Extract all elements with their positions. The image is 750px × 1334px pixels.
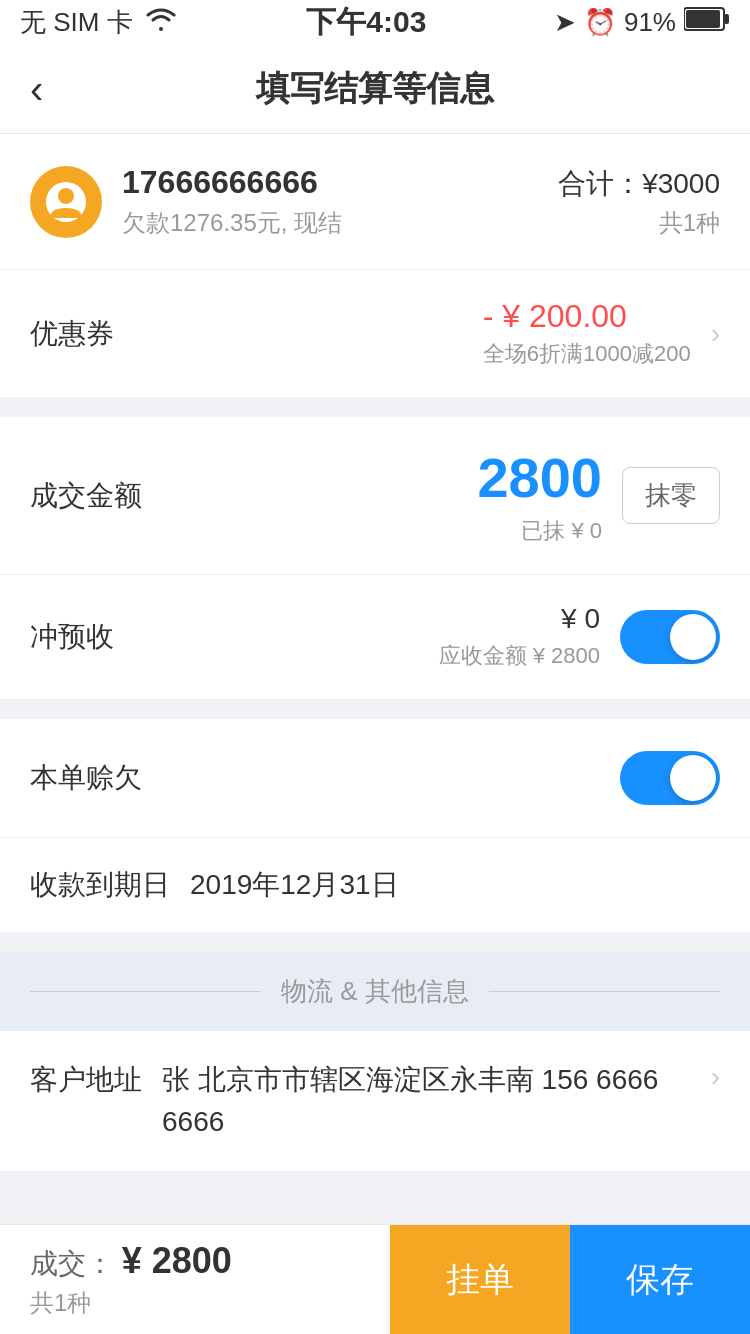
alarm-icon: ⏰ [584, 7, 616, 38]
customer-phone: 17666666666 [122, 164, 342, 201]
prepay-amount-col: ¥ 0 应收金额 ¥ 2800 [439, 603, 600, 671]
address-row[interactable]: 客户地址 张 北京市市辖区海淀区永丰南 156 6666 6666 › [0, 1031, 750, 1171]
footer: 成交： ¥ 2800 共1种 挂单 保存 [0, 1224, 750, 1334]
battery-icon [684, 6, 730, 39]
round-zero-button[interactable]: 抹零 [622, 467, 720, 524]
section-gap-1 [0, 397, 750, 417]
svg-rect-1 [686, 10, 720, 28]
coupon-desc: 全场6折满1000减200 [483, 339, 691, 369]
customer-debt: 欠款1276.35元, 现结 [122, 207, 342, 239]
status-time: 下午4:03 [306, 2, 426, 43]
logistics-line-right [489, 991, 720, 992]
back-button[interactable]: ‹ [30, 69, 43, 109]
sim-status: 无 SIM 卡 [20, 5, 133, 40]
deal-sub: 已抹 ¥ 0 [477, 516, 602, 546]
address-content: 张 北京市市辖区海淀区永丰南 156 6666 6666 [162, 1059, 691, 1143]
debit-row: 本单赊欠 [0, 719, 750, 837]
status-left: 无 SIM 卡 [20, 5, 179, 40]
footer-deal: 成交： ¥ 2800 [30, 1240, 360, 1283]
duedate-label: 收款到期日 [30, 866, 170, 904]
prepay-row: 冲预收 ¥ 0 应收金额 ¥ 2800 [0, 574, 750, 699]
debit-toggle[interactable] [620, 751, 720, 805]
section-gap-3 [0, 932, 750, 952]
svg-rect-2 [724, 14, 729, 24]
prepay-amount: ¥ 0 [439, 603, 600, 635]
address-label: 客户地址 [30, 1061, 142, 1099]
deal-label: 成交金额 [30, 477, 142, 515]
toggle-knob [670, 614, 716, 660]
section-gap-2 [0, 699, 750, 719]
status-bar: 无 SIM 卡 下午4:03 ➤ ⏰ 91% [0, 0, 750, 44]
prepay-sub: 应收金额 ¥ 2800 [439, 641, 600, 671]
battery-level: 91% [624, 7, 676, 38]
customer-row: 17666666666 欠款1276.35元, 现结 合计：¥3000 共1种 [0, 134, 750, 270]
total-count: 共1种 [558, 207, 720, 239]
nav-bar: ‹ 填写结算等信息 [0, 44, 750, 134]
logistics-line-left [30, 991, 261, 992]
footer-deal-amount: ¥ 2800 [122, 1240, 232, 1281]
status-right: ➤ ⏰ 91% [554, 6, 730, 39]
deal-amount-col: 2800 已抹 ¥ 0 [477, 445, 602, 546]
coupon-row[interactable]: 优惠券 - ¥ 200.00 全场6折满1000减200 › [0, 270, 750, 397]
deal-row: 成交金额 2800 已抹 ¥ 0 抹零 [0, 417, 750, 574]
hang-order-button[interactable]: 挂单 [390, 1225, 570, 1335]
avatar [30, 166, 102, 238]
prepay-toggle[interactable] [620, 610, 720, 664]
debit-label: 本单赊欠 [30, 759, 142, 797]
prepay-label: 冲预收 [30, 618, 114, 656]
footer-count: 共1种 [30, 1287, 360, 1319]
coupon-discount: - ¥ 200.00 [483, 298, 691, 335]
footer-info: 成交： ¥ 2800 共1种 [0, 1240, 390, 1319]
customer-total: 合计：¥3000 共1种 [558, 165, 720, 239]
deal-amount: 2800 [477, 445, 602, 510]
coupon-info: - ¥ 200.00 全场6折满1000减200 [483, 298, 691, 369]
coupon-right: - ¥ 200.00 全场6折满1000减200 › [483, 298, 720, 369]
svg-point-3 [58, 188, 74, 204]
page-title: 填写结算等信息 [256, 66, 494, 112]
deal-right: 2800 已抹 ¥ 0 抹零 [477, 445, 720, 546]
wifi-icon [143, 5, 179, 40]
duedate-row: 收款到期日 2019年12月31日 [0, 837, 750, 932]
customer-info: 17666666666 欠款1276.35元, 现结 [122, 164, 342, 239]
coupon-label: 优惠券 [30, 315, 114, 353]
save-button[interactable]: 保存 [570, 1225, 750, 1335]
total-amount: 合计：¥3000 [558, 165, 720, 203]
logistics-text: 物流 & 其他信息 [281, 974, 469, 1009]
debit-toggle-knob [670, 755, 716, 801]
prepay-right: ¥ 0 应收金额 ¥ 2800 [439, 603, 720, 671]
duedate-value: 2019年12月31日 [190, 866, 399, 904]
address-chevron-icon: › [711, 1061, 720, 1093]
logistics-header: 物流 & 其他信息 [0, 952, 750, 1031]
location-icon: ➤ [554, 7, 576, 38]
footer-deal-label: 成交： [30, 1248, 114, 1279]
avatar-icon [46, 182, 86, 222]
coupon-chevron-icon: › [711, 318, 720, 350]
